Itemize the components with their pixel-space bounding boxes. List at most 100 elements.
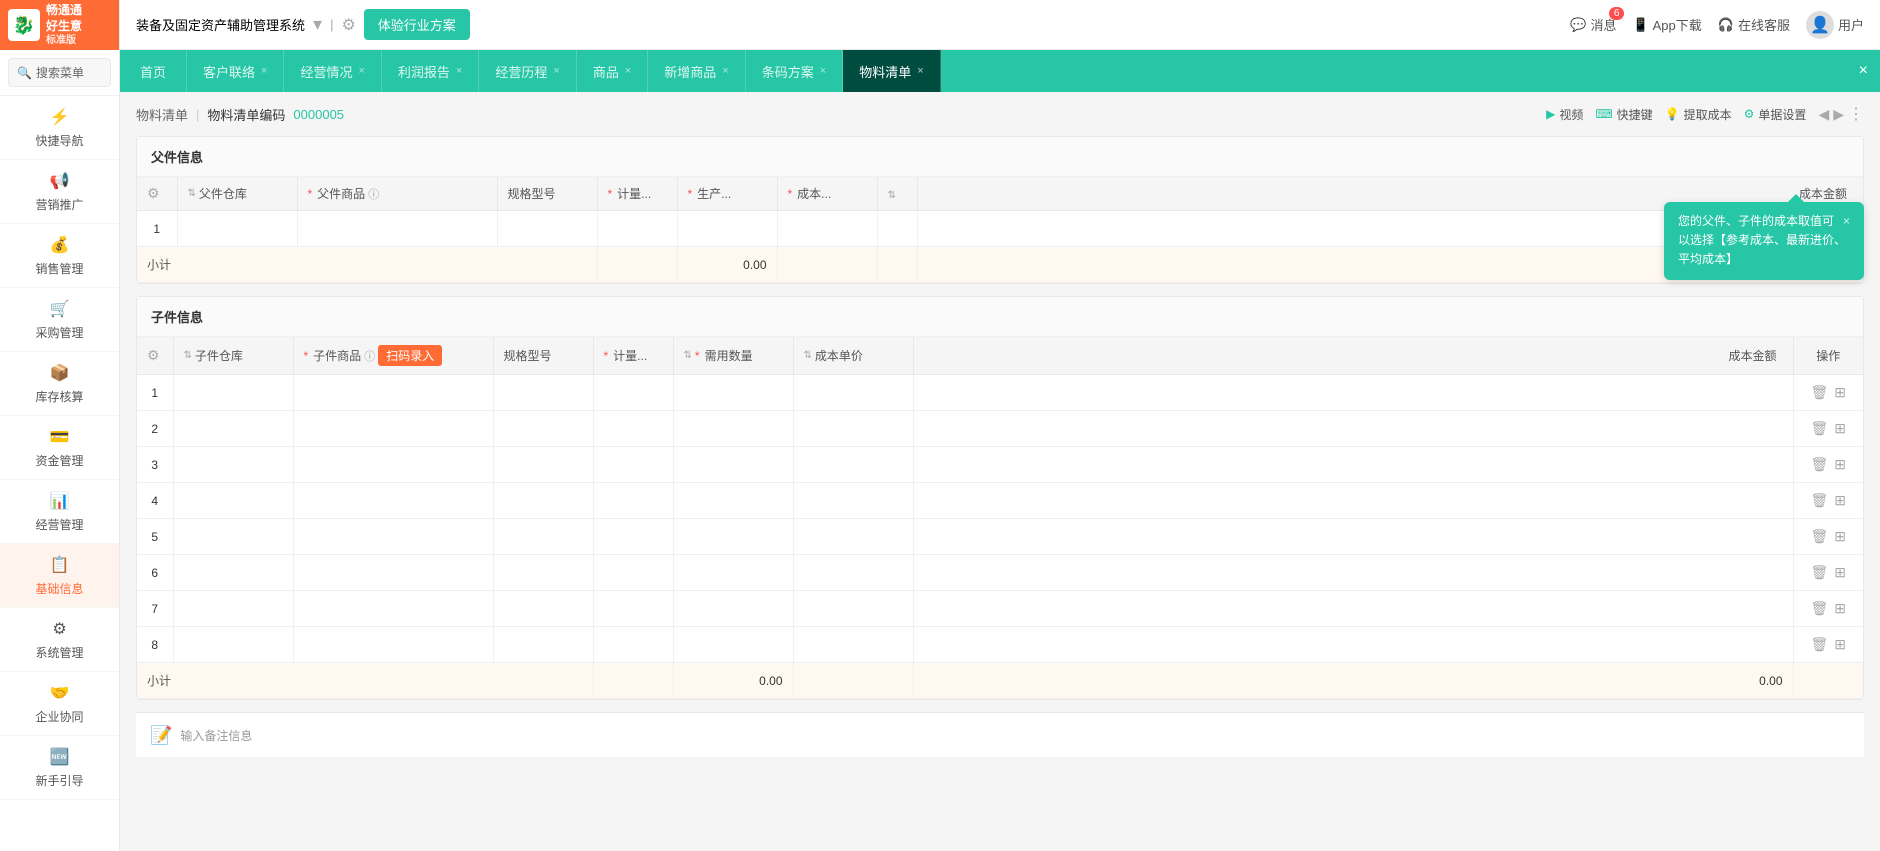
note-placeholder[interactable]: 输入备注信息 [180,727,252,744]
child-row-8-unit[interactable] [593,627,673,663]
child-row-1-spec[interactable] [493,375,593,411]
parent-row-1-produce[interactable] [677,211,777,247]
parent-row-1-goods[interactable] [297,211,497,247]
child-row-4-goods[interactable] [293,483,493,519]
child-row-1-unit[interactable] [593,375,673,411]
child-row-7-unit-cost[interactable] [793,591,913,627]
copy-row-1-button[interactable]: ⊞ [1834,384,1846,401]
child-row-7-warehouse[interactable] [173,591,293,627]
child-row-1-goods[interactable] [293,375,493,411]
child-row-2-qty[interactable] [673,411,793,447]
child-row-3-unit[interactable] [593,447,673,483]
child-row-3-qty[interactable] [673,447,793,483]
child-row-7-goods[interactable] [293,591,493,627]
child-row-8-unit-cost[interactable] [793,627,913,663]
child-row-5-spec[interactable] [493,519,593,555]
sidebar-item-finance[interactable]: 💳 资金管理 [0,416,119,480]
search-menu-button[interactable]: 🔍 搜索菜单 [8,58,111,87]
child-row-5-unit-cost[interactable] [793,519,913,555]
child-row-5-unit[interactable] [593,519,673,555]
child-row-4-spec[interactable] [493,483,593,519]
sidebar-item-sales[interactable]: 💰 销售管理 [0,224,119,288]
app-download-button[interactable]: 📱 App下载 [1632,15,1701,34]
tab-new-goods[interactable]: 新增商品 × [648,50,745,92]
tab-operations-status[interactable]: 经营情况 × [284,50,381,92]
copy-row-4-button[interactable]: ⊞ [1834,492,1846,509]
tab-goods-close[interactable]: × [625,65,631,77]
child-row-6-spec[interactable] [493,555,593,591]
tab-history[interactable]: 经营历程 × [479,50,576,92]
child-row-6-unit-cost[interactable] [793,555,913,591]
sidebar-item-system[interactable]: ⚙ 系统管理 [0,608,119,672]
child-row-4-warehouse[interactable] [173,483,293,519]
copy-row-7-button[interactable]: ⊞ [1834,600,1846,617]
tab-goods[interactable]: 商品 × [577,50,648,92]
child-column-settings-icon[interactable]: ⚙ [147,347,160,363]
copy-row-2-button[interactable]: ⊞ [1834,420,1846,437]
delete-row-7-button[interactable]: 🗑 [1810,600,1828,617]
dropdown-arrow-icon[interactable]: ▾ [313,14,322,35]
tab-barcode-close[interactable]: × [820,65,826,77]
tab-history-close[interactable]: × [553,65,559,77]
child-row-3-warehouse[interactable] [173,447,293,483]
close-all-tabs-button[interactable]: × [1847,62,1880,80]
child-row-3-spec[interactable] [493,447,593,483]
user-button[interactable]: 👤 用户 [1806,11,1864,39]
child-row-6-unit[interactable] [593,555,673,591]
child-row-2-unit[interactable] [593,411,673,447]
tab-profit[interactable]: 利润报告 × [382,50,479,92]
tab-customer-close[interactable]: × [261,65,267,77]
child-row-2-spec[interactable] [493,411,593,447]
child-row-4-unit[interactable] [593,483,673,519]
child-row-6-qty[interactable] [673,555,793,591]
child-row-4-unit-cost[interactable] [793,483,913,519]
tab-barcode[interactable]: 条码方案 × [746,50,843,92]
sidebar-item-enterprise[interactable]: 🤝 企业协同 [0,672,119,736]
child-row-8-goods[interactable] [293,627,493,663]
delete-row-5-button[interactable]: 🗑 [1810,528,1828,545]
breadcrumb-list[interactable]: 物料清单 [136,105,188,124]
copy-row-6-button[interactable]: ⊞ [1834,564,1846,581]
child-row-1-qty[interactable] [673,375,793,411]
child-row-8-qty[interactable] [673,627,793,663]
tab-profit-close[interactable]: × [456,65,462,77]
child-row-6-goods[interactable] [293,555,493,591]
copy-row-8-button[interactable]: ⊞ [1834,636,1846,653]
prev-page-icon[interactable]: ◀ [1818,106,1829,123]
child-row-5-warehouse[interactable] [173,519,293,555]
child-row-3-unit-cost[interactable] [793,447,913,483]
parent-row-1-warehouse[interactable] [177,211,297,247]
settings-button[interactable]: ⚙ 单据设置 [1744,106,1807,123]
delete-row-1-button[interactable]: 🗑 [1810,384,1828,401]
child-row-7-unit[interactable] [593,591,673,627]
expand-icon[interactable]: ⋮ [1848,104,1864,124]
child-row-8-spec[interactable] [493,627,593,663]
sidebar-item-inventory[interactable]: 📦 库存核算 [0,352,119,416]
tab-operations-close[interactable]: × [358,65,364,77]
copy-row-3-button[interactable]: ⊞ [1834,456,1846,473]
child-row-6-warehouse[interactable] [173,555,293,591]
shortcut-button[interactable]: ⌨ 快捷键 [1595,106,1652,123]
tab-bom-close[interactable]: × [917,65,923,77]
child-row-1-unit-cost[interactable] [793,375,913,411]
tab-new-goods-close[interactable]: × [722,65,728,77]
child-row-2-unit-cost[interactable] [793,411,913,447]
sidebar-item-quick-nav[interactable]: ⚡ 快捷导航 [0,96,119,160]
child-row-1-warehouse[interactable] [173,375,293,411]
trial-button[interactable]: 体验行业方案 [364,9,470,40]
child-row-4-qty[interactable] [673,483,793,519]
parent-row-1-unit[interactable] [597,211,677,247]
sidebar-item-guide[interactable]: 🆕 新手引导 [0,736,119,800]
delete-row-8-button[interactable]: 🗑 [1810,636,1828,653]
settings-gear-icon[interactable]: ⚙ [341,15,355,35]
tab-home[interactable]: 首页 [120,50,187,92]
delete-row-3-button[interactable]: 🗑 [1810,456,1828,473]
child-row-5-goods[interactable] [293,519,493,555]
child-row-5-qty[interactable] [673,519,793,555]
tab-bom[interactable]: 物料清单 × [843,50,940,92]
delete-row-4-button[interactable]: 🗑 [1810,492,1828,509]
child-row-8-warehouse[interactable] [173,627,293,663]
parent-row-1-cost[interactable] [777,211,877,247]
copy-row-5-button[interactable]: ⊞ [1834,528,1846,545]
child-row-7-spec[interactable] [493,591,593,627]
